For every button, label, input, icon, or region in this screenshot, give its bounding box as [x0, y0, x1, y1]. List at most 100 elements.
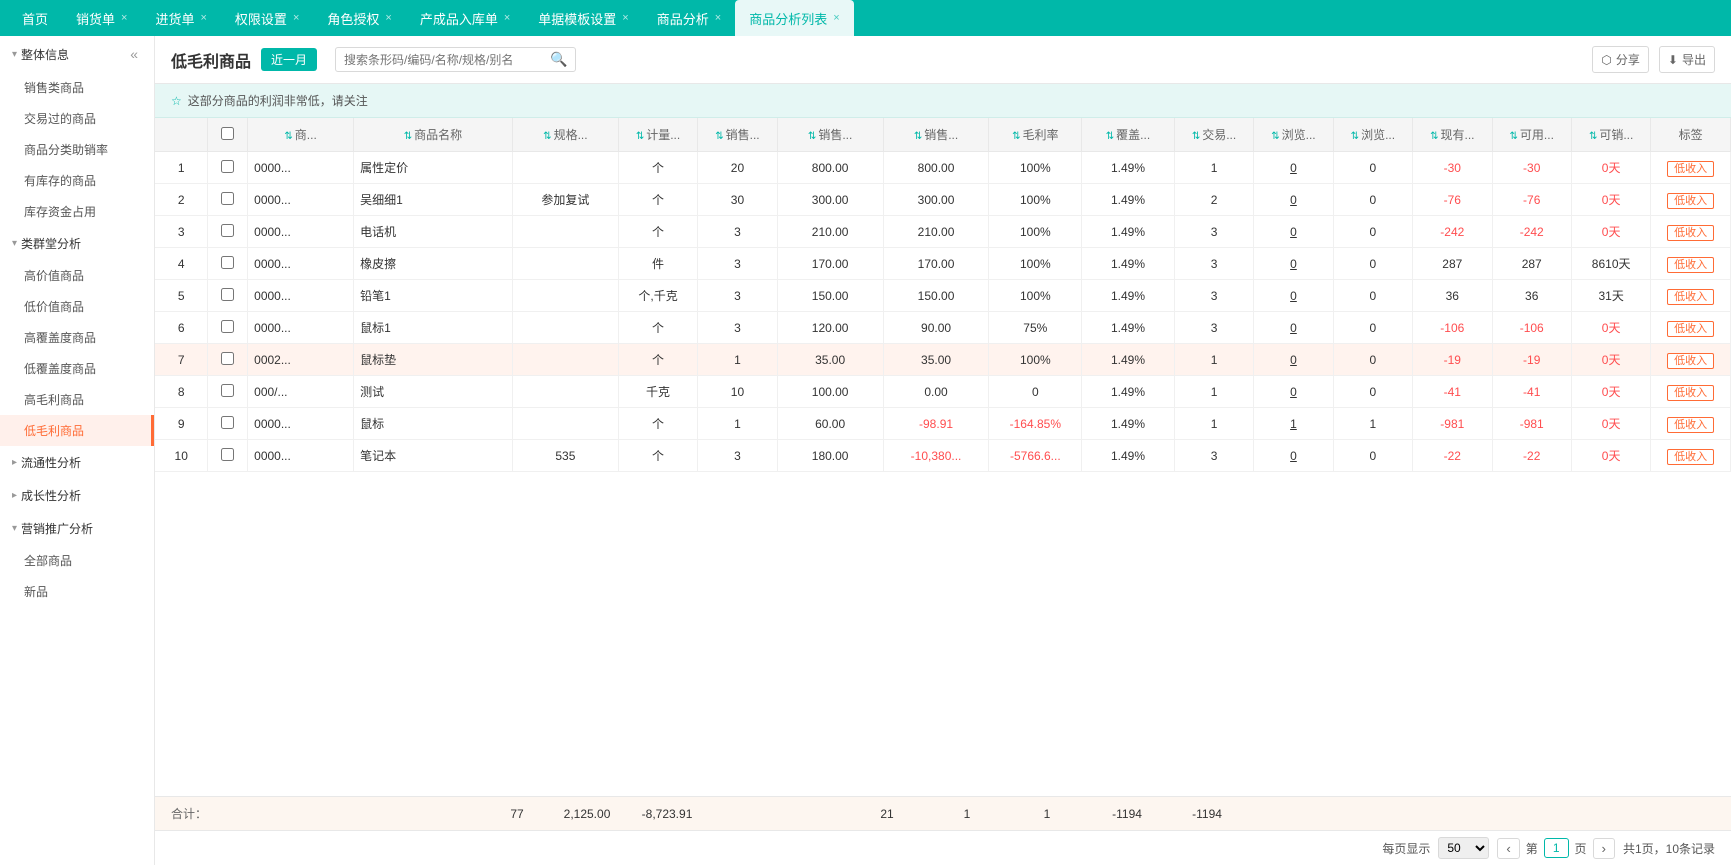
- nav-product-analysis-list[interactable]: 商品分析列表 ×: [735, 0, 853, 36]
- row-gross-rate: -164.85%: [989, 408, 1082, 440]
- th-coverage[interactable]: ⇅覆盖...: [1082, 118, 1175, 152]
- share-button[interactable]: ⬡ 分享: [1592, 46, 1649, 73]
- export-button[interactable]: ⬇ 导出: [1659, 46, 1715, 73]
- sidebar-item-high-coverage[interactable]: 高覆盖度商品: [0, 322, 154, 353]
- th-sales-amount[interactable]: ⇅销售...: [883, 118, 989, 152]
- nav-home[interactable]: 首页: [8, 0, 62, 36]
- header-actions: ⬡ 分享 ⬇ 导出: [1592, 46, 1715, 73]
- th-trade[interactable]: ⇅交易...: [1174, 118, 1253, 152]
- nav-close-analysis-list[interactable]: ×: [833, 12, 839, 24]
- nav-product-entry[interactable]: 产成品入库单 ×: [406, 0, 524, 36]
- th-gross-rate[interactable]: ⇅毛利率: [989, 118, 1082, 152]
- row-views1[interactable]: 0: [1254, 216, 1333, 248]
- row-gross-rate: 0: [989, 376, 1082, 408]
- row-checkbox[interactable]: [221, 384, 234, 397]
- sidebar-group-overall[interactable]: ▾ 整体信息 «: [0, 36, 154, 72]
- sidebar-group-circulation[interactable]: ▸ 流通性分析: [0, 446, 154, 479]
- sidebar-group-cluster[interactable]: ▾ 类群堂分析: [0, 227, 154, 260]
- nav-close-roles[interactable]: ×: [385, 12, 391, 24]
- row-checkbox[interactable]: [221, 448, 234, 461]
- search-icon[interactable]: 🔍: [550, 51, 567, 68]
- th-salable[interactable]: ⇅可销...: [1571, 118, 1650, 152]
- page-header: 低毛利商品 近一月 🔍 ⬡ 分享 ⬇ 导出: [155, 36, 1731, 84]
- th-current[interactable]: ⇅现有...: [1413, 118, 1492, 152]
- th-available[interactable]: ⇅可用...: [1492, 118, 1571, 152]
- nav-sales-order[interactable]: 销货单 ×: [62, 0, 141, 36]
- row-checkbox[interactable]: [221, 320, 234, 333]
- nav-close-product[interactable]: ×: [504, 12, 510, 24]
- row-views2: 0: [1333, 280, 1412, 312]
- th-code[interactable]: ⇅商...: [248, 118, 354, 152]
- th-sales-price[interactable]: ⇅销售...: [777, 118, 883, 152]
- sidebar-group-marketing[interactable]: ▾ 营销推广分析: [0, 512, 154, 545]
- nav-close-analysis[interactable]: ×: [715, 12, 721, 24]
- row-trade: 1: [1174, 376, 1253, 408]
- th-unit[interactable]: ⇅计量...: [618, 118, 697, 152]
- search-input[interactable]: [344, 53, 544, 67]
- row-checkbox[interactable]: [221, 224, 234, 237]
- row-unit: 千克: [618, 376, 697, 408]
- th-views2[interactable]: ⇅浏览...: [1333, 118, 1412, 152]
- per-page-label: 每页显示: [1382, 840, 1430, 857]
- row-views1[interactable]: 0: [1254, 184, 1333, 216]
- row-views1[interactable]: 1: [1254, 408, 1333, 440]
- sidebar-item-new-products[interactable]: 新品: [0, 576, 154, 607]
- collapse-icon[interactable]: «: [126, 44, 142, 64]
- row-checkbox[interactable]: [221, 160, 234, 173]
- sidebar-item-low-coverage[interactable]: 低覆盖度商品: [0, 353, 154, 384]
- row-checkbox-cell: [208, 312, 248, 344]
- row-name: 鼠标: [354, 408, 513, 440]
- row-sales-qty: 20: [698, 152, 777, 184]
- sidebar-item-all-products[interactable]: 全部商品: [0, 545, 154, 576]
- row-checkbox[interactable]: [221, 416, 234, 429]
- table-row: 2 0000... 吴细细1 参加复试 个 30 300.00 300.00 1…: [155, 184, 1731, 216]
- row-views1[interactable]: 0: [1254, 440, 1333, 472]
- row-num: 4: [155, 248, 208, 280]
- sidebar-item-category-rate[interactable]: 商品分类助销率: [0, 134, 154, 165]
- row-views2: 0: [1333, 312, 1412, 344]
- row-views1[interactable]: 0: [1254, 312, 1333, 344]
- sidebar-group-growth[interactable]: ▸ 成长性分析: [0, 479, 154, 512]
- row-salable: 0天: [1571, 408, 1650, 440]
- row-checkbox[interactable]: [221, 288, 234, 301]
- row-checkbox[interactable]: [221, 352, 234, 365]
- nav-close-template[interactable]: ×: [622, 12, 628, 24]
- sidebar-item-stocked-products[interactable]: 有库存的商品: [0, 165, 154, 196]
- sidebar-item-high-value[interactable]: 高价值商品: [0, 260, 154, 291]
- th-views1[interactable]: ⇅浏览...: [1254, 118, 1333, 152]
- sidebar-item-low-value[interactable]: 低价值商品: [0, 291, 154, 322]
- sidebar-item-low-gross[interactable]: 低毛利商品: [0, 415, 154, 446]
- nav-close-permissions[interactable]: ×: [293, 12, 299, 24]
- th-name[interactable]: ⇅商品名称: [354, 118, 513, 152]
- nav-roles[interactable]: 角色授权 ×: [313, 0, 405, 36]
- row-views2: 0: [1333, 184, 1412, 216]
- nav-template-settings[interactable]: 单据模板设置 ×: [524, 0, 642, 36]
- row-views1[interactable]: 0: [1254, 376, 1333, 408]
- select-all-checkbox[interactable]: [221, 127, 234, 140]
- row-name: 鼠标垫: [354, 344, 513, 376]
- nav-product-analysis[interactable]: 商品分析 ×: [643, 0, 735, 36]
- row-views1[interactable]: 0: [1254, 152, 1333, 184]
- sidebar-item-stock-capital[interactable]: 库存资金占用: [0, 196, 154, 227]
- sidebar-item-traded-products[interactable]: 交易过的商品: [0, 103, 154, 134]
- nav-close-sales[interactable]: ×: [121, 12, 127, 24]
- row-sales-amount: 35.00: [883, 344, 989, 376]
- per-page-select[interactable]: 50 100 200: [1438, 837, 1489, 859]
- row-code: 0000...: [248, 408, 354, 440]
- th-sales-qty[interactable]: ⇅销售...: [698, 118, 777, 152]
- row-views1[interactable]: 0: [1254, 344, 1333, 376]
- row-views1[interactable]: 0: [1254, 280, 1333, 312]
- row-sales-amount: 210.00: [883, 216, 989, 248]
- prev-page-button[interactable]: ‹: [1497, 838, 1519, 859]
- nav-purchase[interactable]: 进货单 ×: [141, 0, 220, 36]
- row-checkbox[interactable]: [221, 192, 234, 205]
- sidebar-item-sales-products[interactable]: 销售类商品: [0, 72, 154, 103]
- nav-permissions[interactable]: 权限设置 ×: [221, 0, 313, 36]
- th-spec[interactable]: ⇅规格...: [512, 118, 618, 152]
- date-filter-button[interactable]: 近一月: [261, 48, 317, 71]
- nav-close-purchase[interactable]: ×: [200, 12, 206, 24]
- row-checkbox[interactable]: [221, 256, 234, 269]
- next-page-button[interactable]: ›: [1593, 838, 1615, 859]
- row-views1[interactable]: 0: [1254, 248, 1333, 280]
- sidebar-item-high-gross[interactable]: 高毛利商品: [0, 384, 154, 415]
